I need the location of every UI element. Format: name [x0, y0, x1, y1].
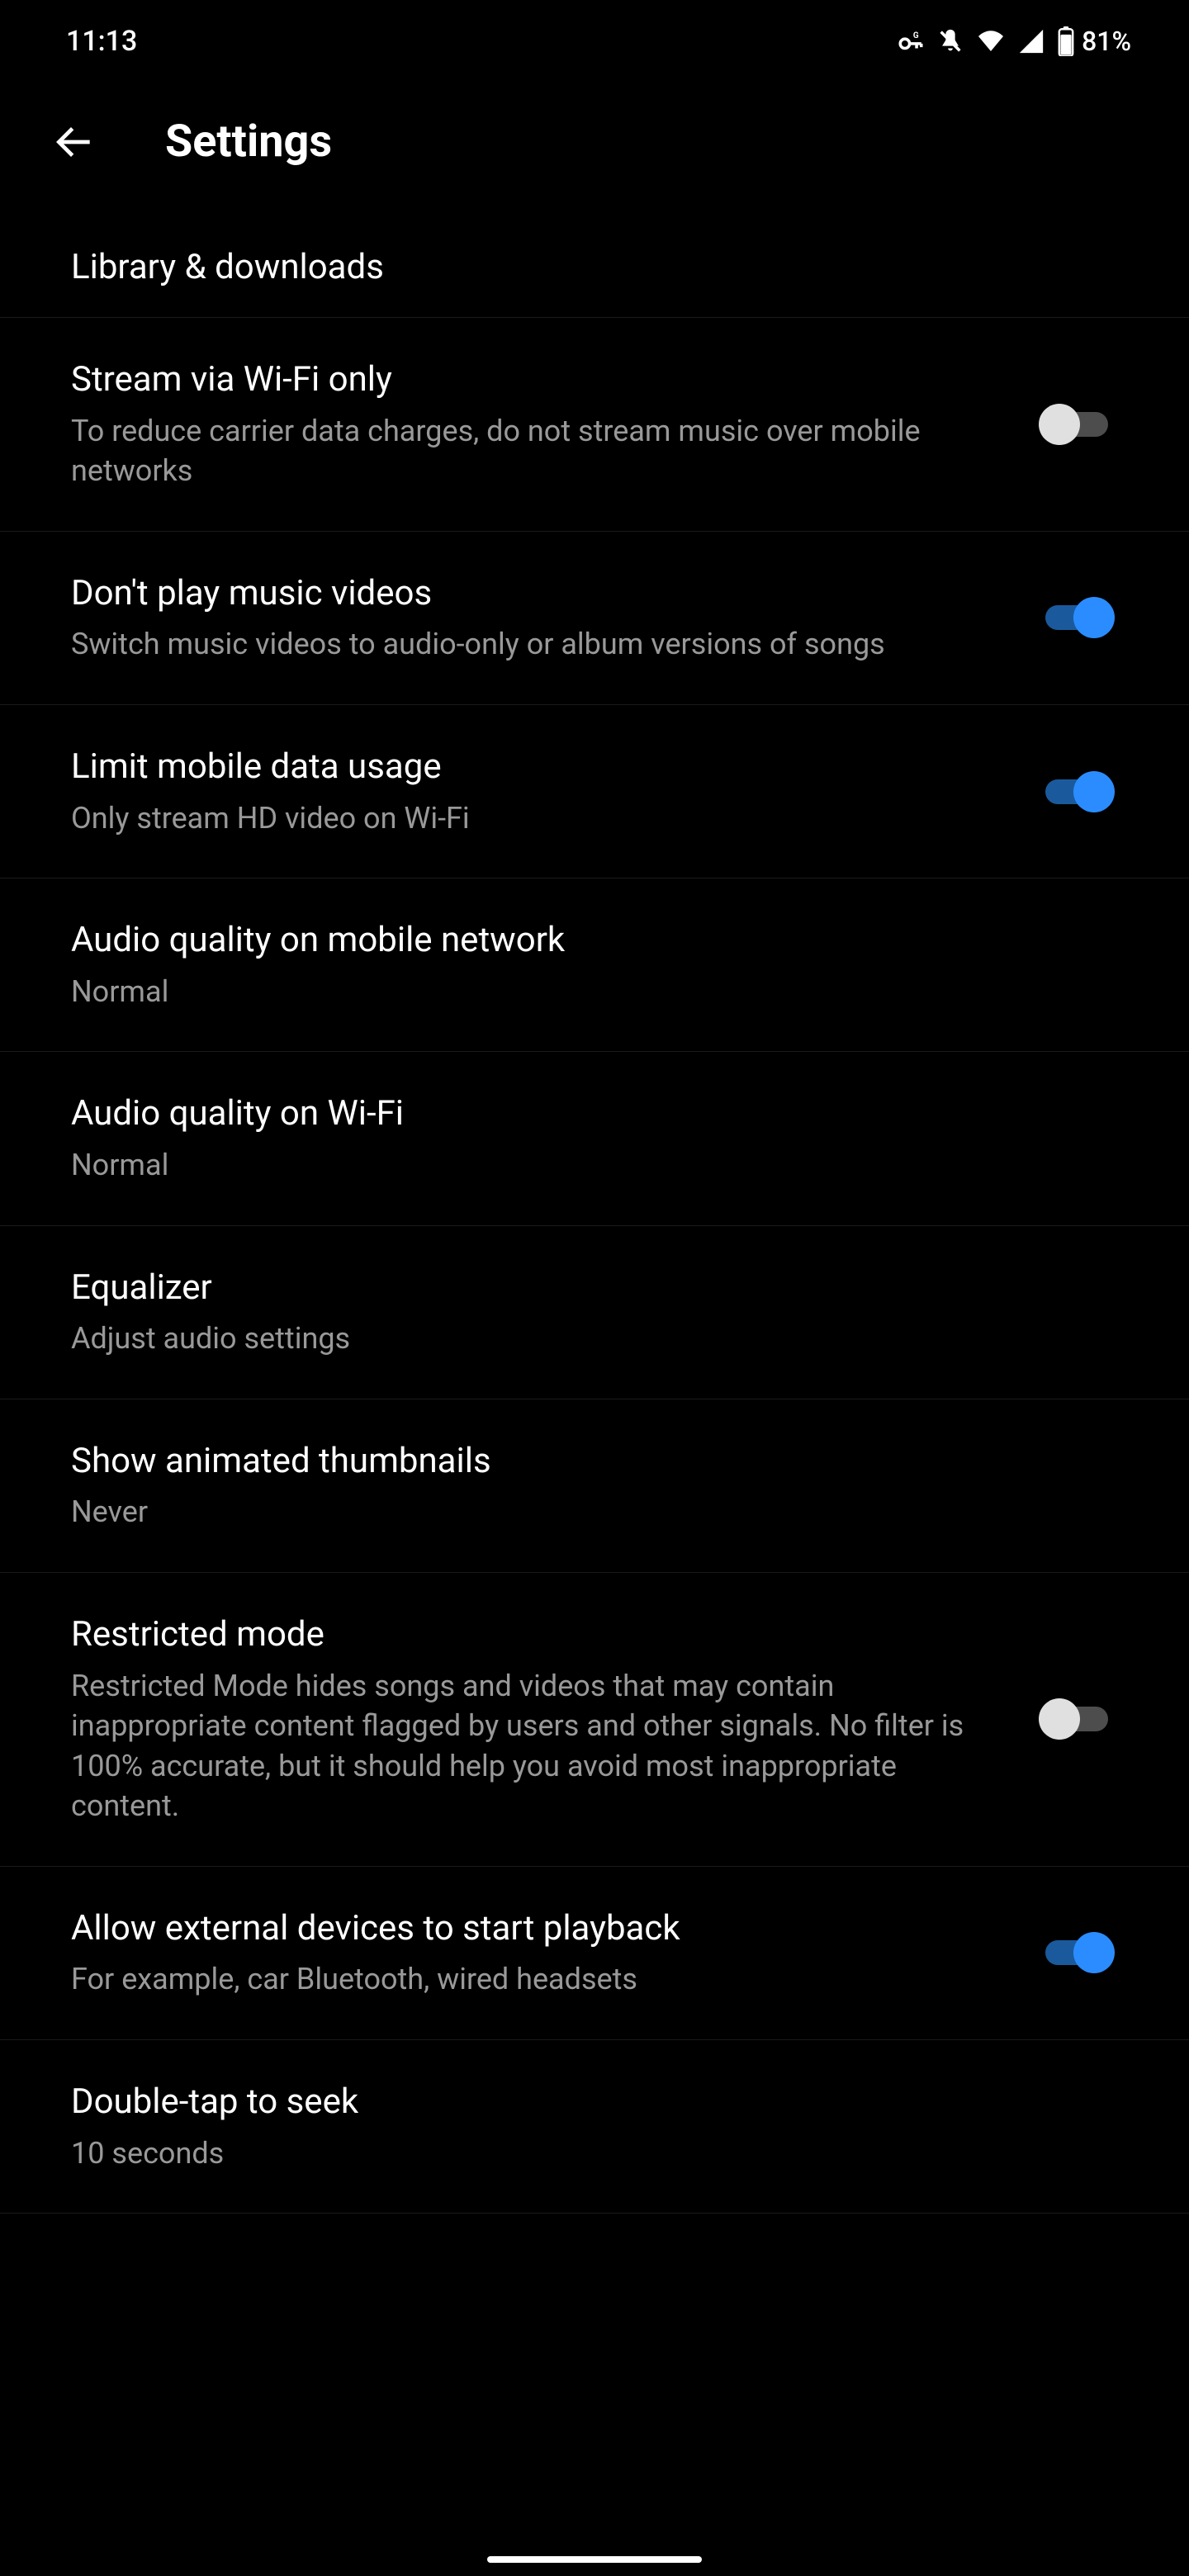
- setting-subtitle: Adjust audio settings: [71, 1319, 1118, 1359]
- setting-title: Audio quality on Wi-Fi: [71, 1091, 1118, 1137]
- setting-text: Audio quality on Wi-Fi Normal: [71, 1091, 1118, 1185]
- setting-title: Audio quality on mobile network: [71, 918, 1118, 964]
- toggle-switch[interactable]: [1035, 594, 1118, 641]
- signal-icon: [1017, 27, 1045, 55]
- section-header-library[interactable]: Library & downloads: [0, 217, 1189, 318]
- setting-row[interactable]: Don't play music videos Switch music vide…: [0, 532, 1189, 705]
- setting-title: Don't play music videos: [71, 571, 1011, 617]
- setting-title: Limit mobile data usage: [71, 745, 1011, 790]
- setting-row[interactable]: Limit mobile data usage Only stream HD vi…: [0, 705, 1189, 878]
- toggle-thumb: [1039, 404, 1080, 445]
- setting-row[interactable]: Audio quality on Wi-Fi Normal: [0, 1052, 1189, 1225]
- notifications-off-icon: [936, 27, 964, 55]
- app-bar: Settings: [0, 83, 1189, 217]
- setting-text: Allow external devices to start playback…: [71, 1906, 1011, 2000]
- back-button[interactable]: [50, 117, 99, 167]
- battery-percentage: 81%: [1082, 26, 1131, 57]
- battery-icon: [1057, 26, 1075, 56]
- setting-text: Restricted mode Restricted Mode hides son…: [71, 1612, 1011, 1826]
- setting-title: Restricted mode: [71, 1612, 1011, 1658]
- toggle-switch[interactable]: [1035, 401, 1118, 447]
- setting-subtitle: Restricted Mode hides songs and videos t…: [71, 1666, 1011, 1826]
- setting-row[interactable]: Show animated thumbnails Never: [0, 1399, 1189, 1573]
- status-bar: 11:13 G 81%: [0, 0, 1189, 83]
- setting-row[interactable]: Stream via Wi-Fi only To reduce carrier d…: [0, 318, 1189, 532]
- setting-subtitle: To reduce carrier data charges, do not s…: [71, 411, 1011, 491]
- setting-row[interactable]: Equalizer Adjust audio settings: [0, 1226, 1189, 1399]
- toggle-thumb: [1073, 597, 1115, 638]
- setting-text: Stream via Wi-Fi only To reduce carrier d…: [71, 358, 1011, 491]
- battery-indicator: 81%: [1057, 26, 1131, 57]
- setting-row[interactable]: Double-tap to seek 10 seconds: [0, 2040, 1189, 2214]
- toggle-switch[interactable]: [1035, 1930, 1118, 1976]
- toggle-switch[interactable]: [1035, 769, 1118, 815]
- setting-row[interactable]: Restricted mode Restricted Mode hides son…: [0, 1573, 1189, 1867]
- setting-subtitle: Never: [71, 1492, 1118, 1532]
- vpn-key-icon: G: [897, 27, 925, 55]
- setting-row[interactable]: Audio quality on mobile network Normal: [0, 878, 1189, 1052]
- svg-text:G: G: [913, 31, 919, 40]
- setting-title: Stream via Wi-Fi only: [71, 358, 1011, 403]
- settings-list: Library & downloads Stream via Wi-Fi onl…: [0, 217, 1189, 2214]
- setting-text: Show animated thumbnails Never: [71, 1439, 1118, 1532]
- setting-subtitle: Normal: [71, 1145, 1118, 1186]
- setting-title: Show animated thumbnails: [71, 1439, 1118, 1485]
- arrow-left-icon: [51, 119, 97, 165]
- setting-subtitle: For example, car Bluetooth, wired headse…: [71, 1959, 1011, 2000]
- setting-text: Double-tap to seek 10 seconds: [71, 2080, 1118, 2173]
- setting-text: Audio quality on mobile network Normal: [71, 918, 1118, 1011]
- setting-title: Equalizer: [71, 1266, 1118, 1311]
- setting-row[interactable]: Allow external devices to start playback…: [0, 1867, 1189, 2040]
- setting-subtitle: Switch music videos to audio-only or alb…: [71, 624, 1011, 665]
- wifi-icon: [976, 26, 1006, 56]
- page-title: Settings: [165, 116, 332, 168]
- setting-text: Don't play music videos Switch music vide…: [71, 571, 1011, 665]
- status-icons: G 81%: [897, 26, 1131, 57]
- home-indicator[interactable]: [487, 2556, 702, 2563]
- setting-text: Limit mobile data usage Only stream HD vi…: [71, 745, 1011, 838]
- toggle-thumb: [1073, 771, 1115, 812]
- setting-title: Allow external devices to start playback: [71, 1906, 1011, 1952]
- setting-subtitle: Only stream HD video on Wi-Fi: [71, 798, 1011, 839]
- toggle-thumb: [1039, 1698, 1080, 1740]
- setting-subtitle: Normal: [71, 972, 1118, 1012]
- setting-text: Equalizer Adjust audio settings: [71, 1266, 1118, 1359]
- toggle-thumb: [1073, 1932, 1115, 1973]
- setting-title: Double-tap to seek: [71, 2080, 1118, 2125]
- toggle-switch[interactable]: [1035, 1696, 1118, 1742]
- status-time: 11:13: [66, 25, 137, 58]
- setting-subtitle: 10 seconds: [71, 2133, 1118, 2174]
